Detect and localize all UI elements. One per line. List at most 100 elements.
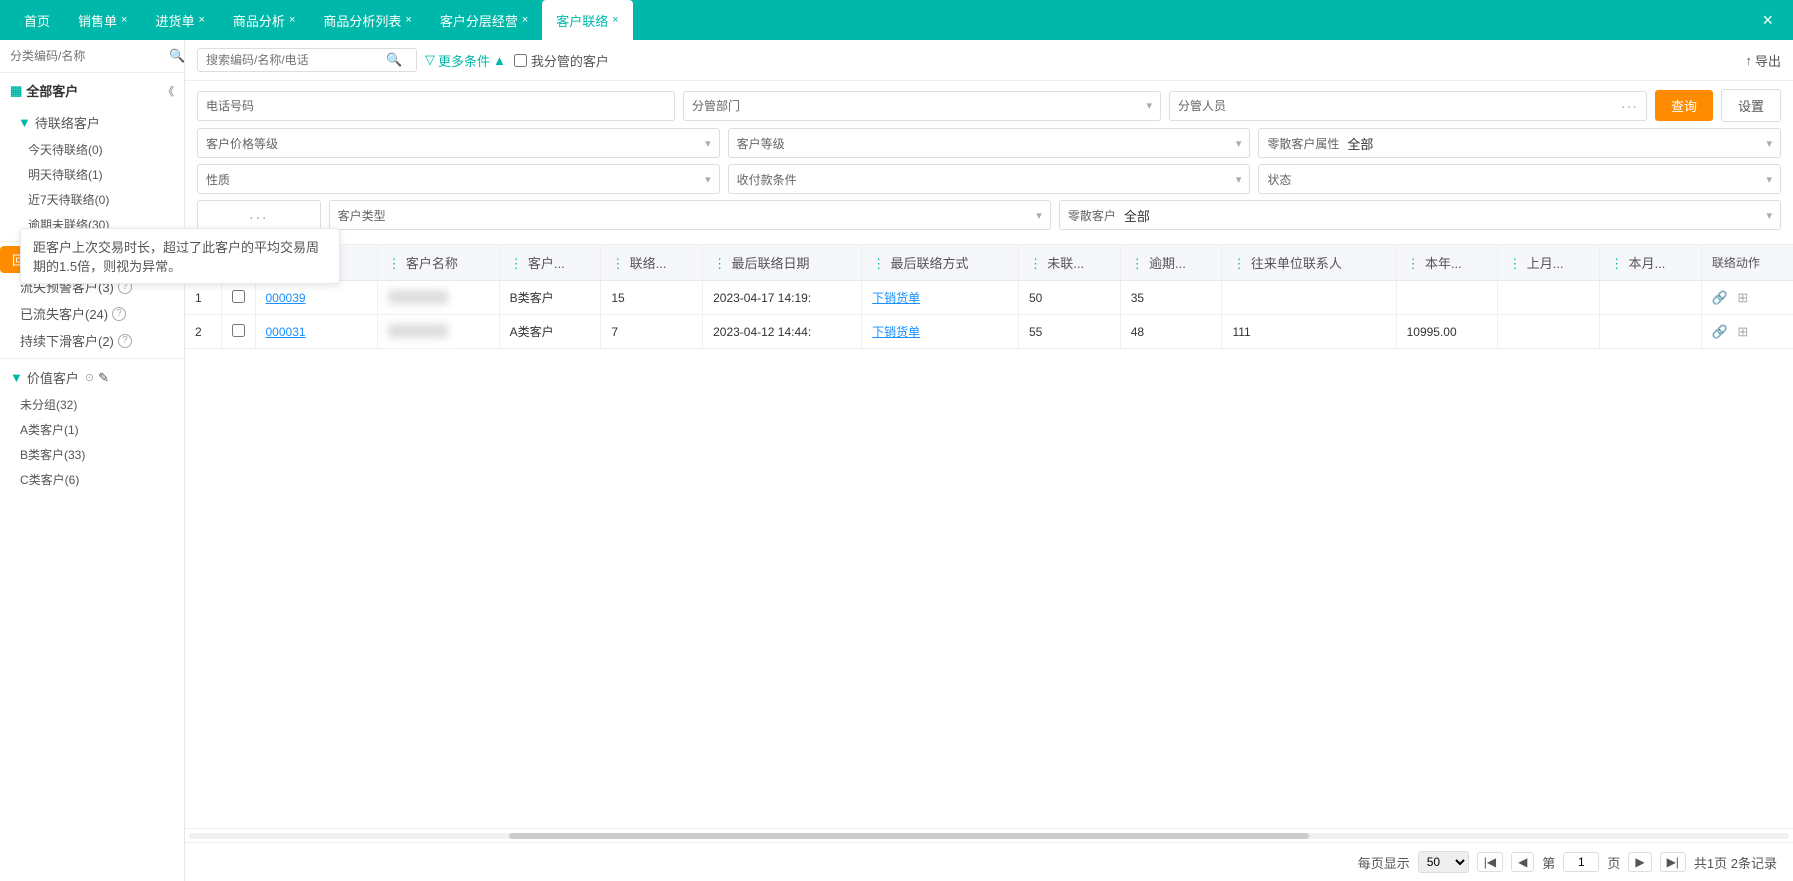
sidebar-tomorrow-contact[interactable]: 明天待联络(1) [8,162,184,187]
phone-field[interactable]: 电话号码 [197,91,675,121]
dept-field[interactable]: 分管部门 ▾ [683,91,1161,121]
row2-link-icon[interactable]: 🔗 [1712,324,1728,339]
row1-this-year [1396,281,1498,315]
row2-not-contact: 55 [1018,315,1120,349]
sidebar-search-input[interactable] [10,49,165,63]
prev-page-button[interactable]: ◀ [1511,852,1534,872]
sidebar-value-section[interactable]: ▼ 价值客户 ⊙ ✎ [0,363,184,392]
nav-analysis[interactable]: 商品分析 × [219,0,309,40]
price-grade-dropdown-icon: ▾ [705,137,711,150]
filter-search-wrap: 🔍 [197,48,417,72]
sidebar-ungrouped[interactable]: 未分组(32) [0,392,184,417]
row1-name[interactable] [377,281,499,315]
sidebar-class-a[interactable]: A类客户(1) [0,417,184,442]
row1-code[interactable]: 000039 [255,281,377,315]
sidebar-class-c[interactable]: C类客户(6) [0,467,184,492]
last-page-button[interactable]: ▶| [1660,852,1686,872]
sidebar-churned[interactable]: 已流失客户(24) ? [0,300,184,327]
more-conditions-button[interactable]: ▽ 更多条件 ▲ [425,51,506,70]
retail-attr-field[interactable]: 零散客户属性 全部 ▾ [1258,128,1781,158]
table-header-row: ⚙ ⋮ 客户编码 ⋮ 客户名称 [185,245,1793,281]
row2-check[interactable] [221,315,255,349]
status-field[interactable]: 状态 ▾ [1258,164,1781,194]
scroll-thumb[interactable] [509,833,1309,839]
per-page-select[interactable]: 50 100 200 [1418,851,1469,873]
page-number-input[interactable] [1563,852,1599,872]
settings-button[interactable]: 设置 [1721,89,1781,122]
pending-contact-title[interactable]: ▼ 待联络客户 [8,108,184,137]
sidebar-declining[interactable]: 持续下滑客户(2) ? [0,327,184,354]
edit-icon[interactable]: ⊙ [85,371,94,384]
payment-field[interactable]: 收付款条件 ▾ [728,164,1251,194]
row1-unit-contact [1222,281,1396,315]
th-this-month: ⋮ 本月... [1600,245,1702,281]
filter-icon: ▽ [425,52,435,68]
row1-last-method[interactable]: 下销货单 [862,281,1019,315]
per-page-label: 每页显示 [1358,853,1410,872]
manager-field[interactable]: 分管人员 ··· [1169,91,1647,121]
sidebar-class-b[interactable]: B类客户(33) [0,442,184,467]
my-customers-check[interactable] [514,54,527,67]
row2-name[interactable] [377,315,499,349]
row1-contact: 15 [601,281,703,315]
sidebar: 🔍 ▦ 全部客户 《 ▼ 待联络客户 今天待联络(0) 明天待联络(1) 近7天… [0,40,185,881]
nav-home[interactable]: 首页 [10,0,64,40]
retail-attr-dropdown-icon: ▾ [1766,137,1772,150]
row2-contact: 7 [601,315,703,349]
content-area: 🔍 ▽ 更多条件 ▲ 我分管的客户 ↑ 导出 电话号码 [185,40,1793,881]
sidebar-divider-2 [0,358,184,359]
retail-customer-dropdown-icon: ▾ [1766,209,1772,222]
price-grade-field[interactable]: 客户价格等级 ▾ [197,128,720,158]
my-customers-checkbox[interactable]: 我分管的客户 [514,51,609,70]
nav-analysis-list[interactable]: 商品分析列表 × [309,0,425,40]
nav-customer-contact[interactable]: 客户联络 × [542,0,632,40]
search-icon[interactable]: 🔍 [169,48,185,64]
nav-sales[interactable]: 销售单 × [64,0,141,40]
export-icon: ↑ [1745,53,1752,68]
filter-search-input[interactable] [206,53,386,67]
row2-last-method[interactable]: 下销货单 [862,315,1019,349]
row2-action[interactable]: 🔗 ⊞ [1701,315,1793,349]
grid-icon: ▦ [10,83,22,99]
edit-icon2[interactable]: ✎ [98,370,109,386]
row2-grid-icon[interactable]: ⊞ [1737,324,1748,339]
row1-link-icon[interactable]: 🔗 [1712,290,1728,305]
dept-dropdown-icon: ▾ [1146,99,1152,112]
sidebar-today-contact[interactable]: 今天待联络(0) [8,137,184,162]
th-action: 联络动作 [1701,245,1793,281]
customer-type-field[interactable]: 客户类型 ▾ [329,200,1051,230]
nav-purchase[interactable]: 进货单 × [141,0,218,40]
row2-code[interactable]: 000031 [255,315,377,349]
gender-field[interactable]: 性质 ▾ [197,164,720,194]
row1-check[interactable] [221,281,255,315]
window-close-button[interactable]: × [1752,10,1783,31]
filter-search-icon[interactable]: 🔍 [386,52,402,68]
horizontal-scrollbar[interactable] [185,828,1793,842]
row2-checkbox[interactable] [232,324,245,337]
next-page-button[interactable]: ▶ [1628,852,1651,872]
pending-contact-group: ▼ 待联络客户 今天待联络(0) 明天待联络(1) 近7天待联络(0) 逾期未联… [0,108,184,237]
dots-field[interactable]: ... [197,200,321,230]
row1-grid-icon[interactable]: ⊞ [1737,290,1748,305]
chevron-up-icon: ▲ [493,53,506,68]
query-button[interactable]: 查询 [1655,90,1713,121]
th-unit-contact: ⋮ 往来单位联系人 [1222,245,1396,281]
retail-customer-field[interactable]: 零散客户 全部 ▾ [1059,200,1781,230]
filter-row-2: 客户价格等级 ▾ 客户等级 ▾ 零散客户属性 全部 ▾ [197,128,1781,158]
customer-type-dropdown-icon: ▾ [1036,209,1042,222]
customer-table: ⚙ ⋮ 客户编码 ⋮ 客户名称 [185,245,1793,349]
export-button[interactable]: ↑ 导出 [1745,51,1781,70]
gender-dropdown-icon: ▾ [705,173,711,186]
table-row: 1 000039 B类客户 15 2023-04-17 14:19: 下销货单 [185,281,1793,315]
filter-row-3: 性质 ▾ 收付款条件 ▾ 状态 ▾ [197,164,1781,194]
sidebar-7day-contact[interactable]: 近7天待联络(0) [8,187,184,212]
sidebar-all-customers[interactable]: ▦ 全部客户 《 [0,73,184,108]
first-page-button[interactable]: |◀ [1477,852,1503,872]
th-this-year: ⋮ 本年... [1396,245,1498,281]
row2-no: 2 [185,315,221,349]
nav-customer-tier[interactable]: 客户分层经营 × [426,0,542,40]
row1-action[interactable]: 🔗 ⊞ [1701,281,1793,315]
row2-last-month [1498,315,1600,349]
row1-checkbox[interactable] [232,290,245,303]
customer-grade-field[interactable]: 客户等级 ▾ [728,128,1251,158]
